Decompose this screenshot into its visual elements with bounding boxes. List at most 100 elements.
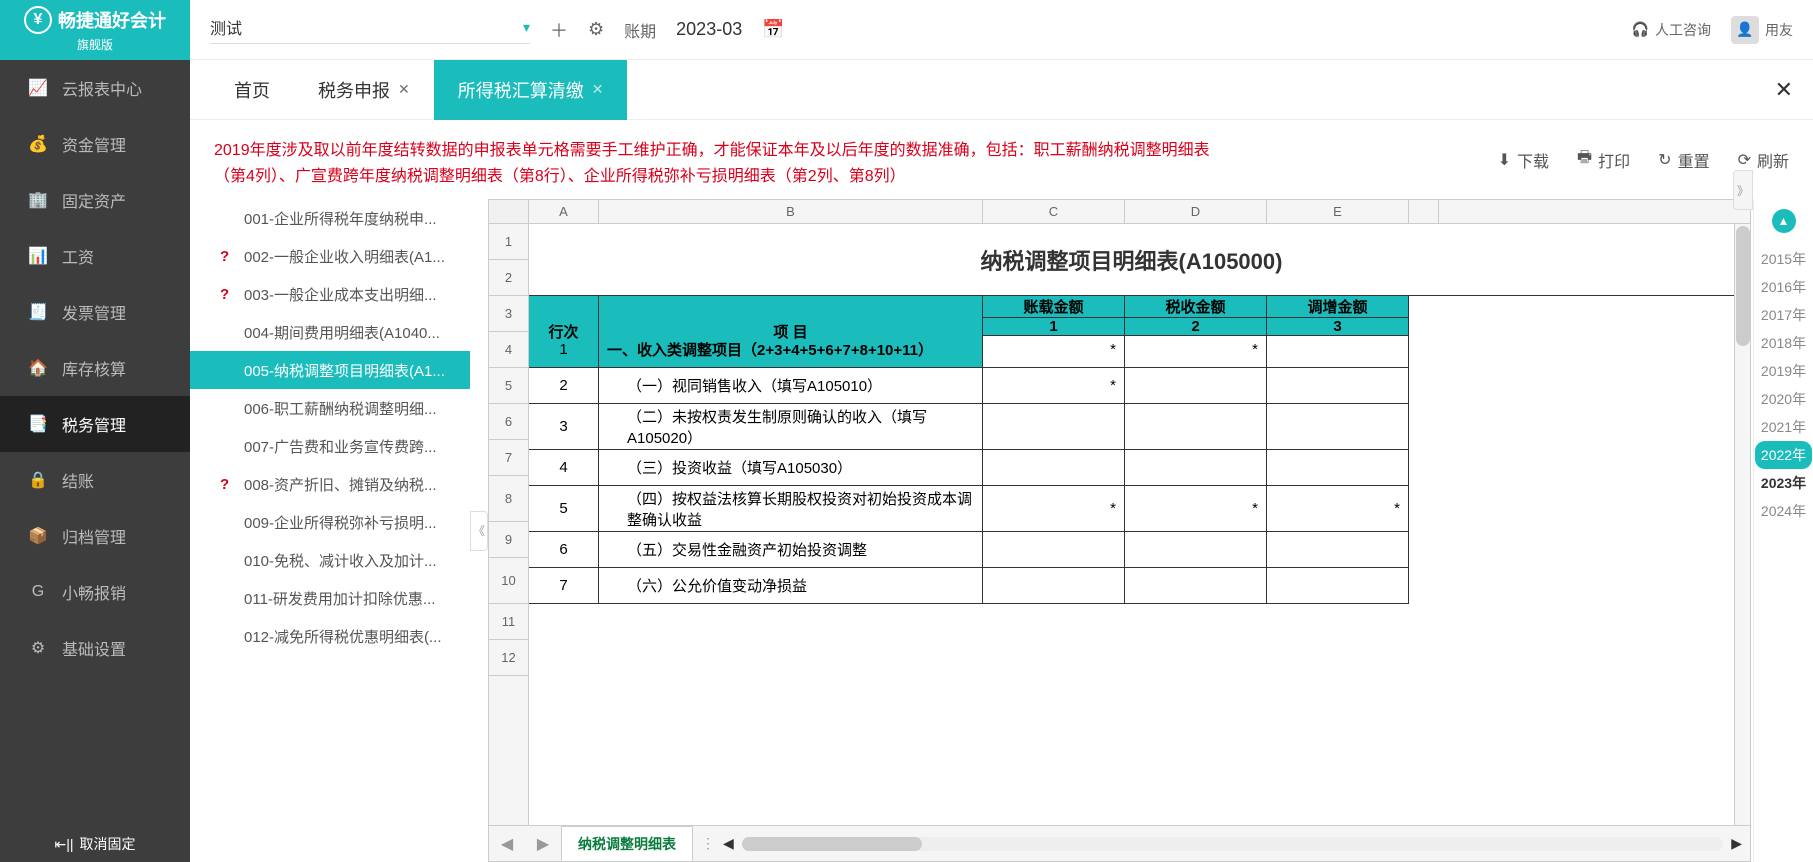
cell[interactable]	[983, 404, 1125, 450]
cell[interactable]	[1125, 368, 1267, 404]
cell[interactable]	[1125, 404, 1267, 450]
sidebar-item[interactable]: 🏢固定资产	[0, 172, 190, 228]
sheet-next-icon[interactable]: ▶	[525, 834, 561, 854]
sheet-tab[interactable]: 纳税调整明细表	[561, 826, 693, 862]
cell[interactable]	[1125, 568, 1267, 604]
select-all-corner[interactable]	[489, 200, 529, 223]
cell[interactable]: （六）公允价值变动净损益	[599, 568, 983, 604]
row-header[interactable]: 3	[489, 296, 528, 332]
year-item[interactable]: 2024年	[1755, 497, 1812, 525]
year-up-icon[interactable]: ▲	[1772, 209, 1796, 233]
year-item[interactable]: 2019年	[1755, 357, 1812, 385]
row-header[interactable]: 6	[489, 404, 528, 440]
row-header[interactable]: 10	[489, 558, 528, 604]
tree-item[interactable]: ?007-广告费和业务宣传费跨...	[190, 427, 470, 465]
row-header[interactable]: 2	[489, 260, 528, 296]
cell[interactable]: 2	[529, 368, 599, 404]
sidebar-item[interactable]: 📈云报表中心	[0, 60, 190, 116]
refresh-button[interactable]: ⟳刷新	[1738, 146, 1789, 173]
cell[interactable]	[983, 450, 1125, 486]
tree-item[interactable]: ?006-职工薪酬纳税调整明细...	[190, 389, 470, 427]
col-header[interactable]	[1409, 200, 1439, 223]
sidebar-item[interactable]: 📑税务管理	[0, 396, 190, 452]
cell[interactable]	[1267, 332, 1409, 368]
consult-button[interactable]: 🎧 人工咨询	[1632, 20, 1711, 40]
sidebar-item[interactable]: 🏠库存核算	[0, 340, 190, 396]
cell[interactable]: （三）投资收益（填写A105030）	[599, 450, 983, 486]
tab[interactable]: 首页	[210, 60, 294, 120]
cell[interactable]	[1267, 568, 1409, 604]
col-header[interactable]: B	[599, 200, 983, 223]
row-header[interactable]: 5	[489, 368, 528, 404]
tree-item[interactable]: ?010-免税、减计收入及加计...	[190, 541, 470, 579]
collapse-tree-button[interactable]: 《	[470, 511, 488, 551]
year-item[interactable]: 2015年	[1755, 245, 1812, 273]
year-item[interactable]: 2022年	[1755, 441, 1812, 469]
cell[interactable]: *	[1125, 332, 1267, 368]
cell[interactable]: *	[983, 368, 1125, 404]
tab[interactable]: 所得税汇算清缴✕	[434, 60, 628, 120]
close-all-tabs-icon[interactable]: ✕	[1775, 77, 1793, 103]
period-value[interactable]: 2023-03	[676, 19, 742, 40]
cell[interactable]: （一）视同销售收入（填写A105010）	[599, 368, 983, 404]
calendar-icon[interactable]: 📅	[762, 19, 784, 40]
cell[interactable]	[1267, 368, 1409, 404]
download-button[interactable]: ⬇下载	[1498, 146, 1549, 173]
tree-item[interactable]: ?003-一般企业成本支出明细...	[190, 275, 470, 313]
scroll-right-icon[interactable]: ▶	[1731, 835, 1742, 852]
cell[interactable]: （四）按权益法核算长期股权投资对初始投资成本调整确认收益	[599, 486, 983, 532]
cell[interactable]: *	[983, 486, 1125, 532]
col-header[interactable]: A	[529, 200, 599, 223]
tree-item[interactable]: ?005-纳税调整项目明细表(A1...	[190, 351, 470, 389]
col-header[interactable]: D	[1125, 200, 1267, 223]
sheet-menu-icon[interactable]: ⋮	[701, 835, 715, 852]
sidebar-item[interactable]: G小畅报销	[0, 564, 190, 620]
user-menu[interactable]: 👤 用友	[1731, 16, 1793, 44]
tree-item[interactable]: ?011-研发费用加计扣除优惠...	[190, 579, 470, 617]
sidebar-item[interactable]: ⚙基础设置	[0, 620, 190, 676]
cell[interactable]	[1267, 450, 1409, 486]
year-item[interactable]: 2023年	[1755, 469, 1812, 497]
cell[interactable]: 7	[529, 568, 599, 604]
sheet-prev-icon[interactable]: ◀	[489, 834, 525, 854]
cell[interactable]: 6	[529, 532, 599, 568]
row-header[interactable]: 4	[489, 332, 528, 368]
expand-panel-button[interactable]: 》	[1733, 199, 1753, 210]
tree-item[interactable]: ?004-期间费用明细表(A1040...	[190, 313, 470, 351]
cell[interactable]	[1125, 450, 1267, 486]
tree-item[interactable]: ?008-资产折旧、摊销及纳税...	[190, 465, 470, 503]
year-item[interactable]: 2021年	[1755, 413, 1812, 441]
row-header[interactable]: 7	[489, 440, 528, 476]
year-item[interactable]: 2018年	[1755, 329, 1812, 357]
horizontal-scrollbar[interactable]: ◀ ▶	[715, 835, 1750, 852]
col-header[interactable]: E	[1267, 200, 1409, 223]
close-icon[interactable]: ✕	[592, 81, 604, 98]
row-header[interactable]: 9	[489, 522, 528, 558]
tab[interactable]: 税务申报✕	[294, 60, 434, 120]
sidebar-item[interactable]: 📦归档管理	[0, 508, 190, 564]
cell[interactable]	[1267, 532, 1409, 568]
cell[interactable]: 4	[529, 450, 599, 486]
tree-item[interactable]: ?012-减免所得税优惠明细表(...	[190, 617, 470, 655]
tree-item[interactable]: ?002-一般企业收入明细表(A1...	[190, 237, 470, 275]
col-header[interactable]: C	[983, 200, 1125, 223]
cell[interactable]: （二）未按权责发生制原则确认的收入（填写A105020）	[599, 404, 983, 450]
cell[interactable]: 5	[529, 486, 599, 532]
cell[interactable]: *	[1267, 486, 1409, 532]
row-header[interactable]: 11	[489, 604, 528, 640]
sidebar-item[interactable]: 🔒结账	[0, 452, 190, 508]
year-item[interactable]: 2020年	[1755, 385, 1812, 413]
cell[interactable]	[983, 568, 1125, 604]
scroll-left-icon[interactable]: ◀	[723, 835, 734, 852]
cell[interactable]: *	[983, 332, 1125, 368]
row-header[interactable]: 8	[489, 476, 528, 522]
cell[interactable]	[1267, 404, 1409, 450]
sidebar-item[interactable]: 🧾发票管理	[0, 284, 190, 340]
year-item[interactable]: 2017年	[1755, 301, 1812, 329]
cell[interactable]: （五）交易性金融资产初始投资调整	[599, 532, 983, 568]
sidebar-item[interactable]: 📊工资	[0, 228, 190, 284]
cell[interactable]: 1	[529, 332, 599, 368]
vertical-scrollbar[interactable]	[1734, 224, 1750, 825]
cell[interactable]	[1125, 532, 1267, 568]
cell[interactable]: 一、收入类调整项目（2+3+4+5+6+7+8+10+11）	[599, 332, 983, 368]
